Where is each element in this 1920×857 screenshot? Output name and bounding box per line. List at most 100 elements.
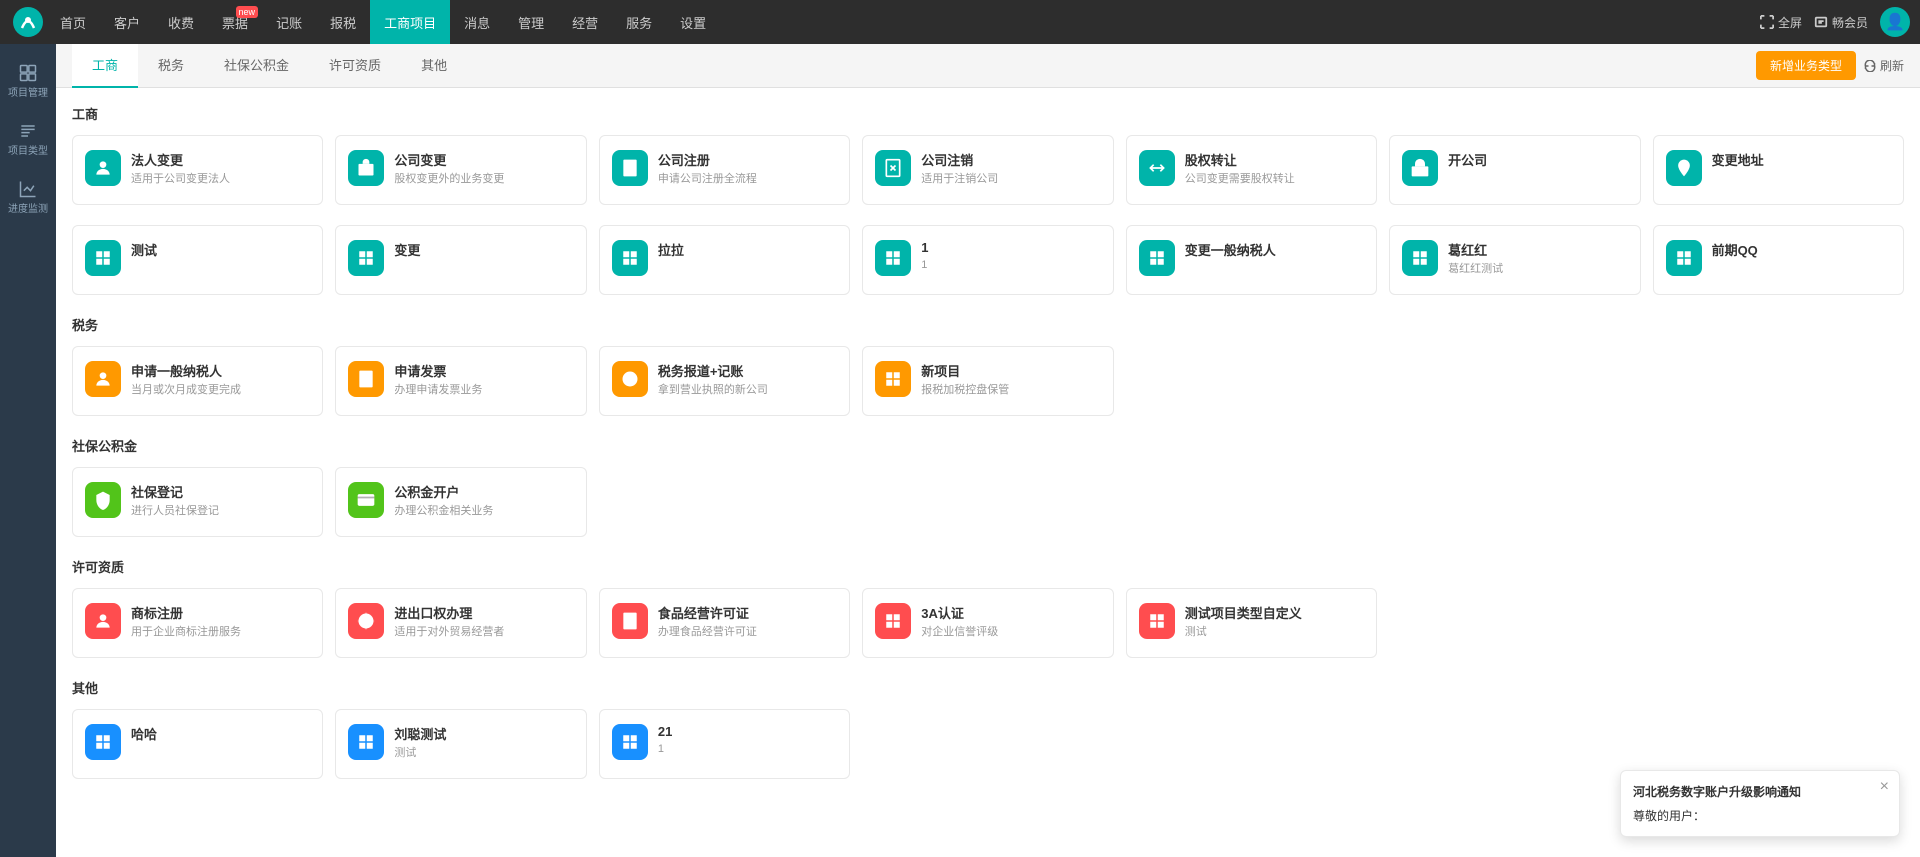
card-test-custom-type-name: 测试项目类型自定义 [1185, 603, 1364, 622]
project-mgmt-icon [17, 62, 39, 84]
nav-service[interactable]: 服务 [612, 0, 666, 44]
shebao-grid: 社保登记 进行人员社保登记 公积金开户 办理公积金相关业务 [72, 467, 1904, 537]
tab-shebao[interactable]: 社保公积金 [204, 44, 309, 88]
card-company-reg[interactable]: 公司注册 申请公司注册全流程 [599, 135, 850, 205]
sidebar-item-project-mgmt[interactable]: 项目管理 [0, 52, 56, 110]
tab-shuiwu[interactable]: 税务 [138, 44, 204, 88]
card-apply-general-tax[interactable]: 申请一般纳税人 当月或次月成变更完成 [72, 346, 323, 416]
nav-ticket[interactable]: 票据 new [208, 0, 262, 44]
card-legal-change[interactable]: 法人变更 适用于公司变更法人 [72, 135, 323, 205]
card-company-reg-icon [612, 150, 648, 186]
card-lala[interactable]: 拉拉 [599, 225, 850, 295]
nav-home[interactable]: 首页 [46, 0, 100, 44]
card-biangg[interactable]: 变更 [335, 225, 586, 295]
card-new-project[interactable]: 新项目 报税加税控盘保管 [862, 346, 1113, 416]
card-apply-general-tax-desc: 当月或次月成变更完成 [131, 383, 310, 398]
gongshang-grid-2: 测试 变更 拉拉 [72, 225, 1904, 295]
sidebar-project-type-label: 项目类型 [8, 146, 48, 158]
progress-icon [17, 178, 39, 200]
nav-settings[interactable]: 设置 [666, 0, 720, 44]
card-equity-transfer[interactable]: 股权转让 公司变更需要股权转让 [1126, 135, 1377, 205]
nav-business[interactable]: 工商项目 [370, 0, 450, 44]
card-company-change-name: 公司变更 [394, 150, 573, 169]
nav-bookkeeping[interactable]: 记账 [262, 0, 316, 44]
card-liucong-test[interactable]: 刘聪测试 测试 [335, 709, 586, 779]
card-3a-cert[interactable]: 3A认证 对企业信誉评级 [862, 588, 1113, 658]
card-change-general-name: 变更一般纳税人 [1185, 240, 1364, 259]
card-open-company-icon [1402, 150, 1438, 186]
card-food-license-name: 食品经营许可证 [658, 603, 837, 622]
card-company-cancel[interactable]: 公司注销 适用于注销公司 [862, 135, 1113, 205]
card-new-project-name: 新项目 [921, 361, 1100, 380]
card-test[interactable]: 测试 [72, 225, 323, 295]
card-one[interactable]: 1 1 [862, 225, 1113, 295]
card-haha[interactable]: 哈哈 [72, 709, 323, 779]
card-lala-name: 拉拉 [658, 240, 837, 259]
card-new-project-desc: 报税加税控盘保管 [921, 383, 1100, 398]
tab-xuke[interactable]: 许可资质 [309, 44, 401, 88]
card-test-custom-type[interactable]: 测试项目类型自定义 测试 [1126, 588, 1377, 658]
card-fund-account[interactable]: 公积金开户 办理公积金相关业务 [335, 467, 586, 537]
card-company-cancel-name: 公司注销 [921, 150, 1100, 169]
sidebar-item-progress[interactable]: 进度监测 [0, 168, 56, 226]
section-shuiwu-title: 税务 [72, 315, 1904, 334]
nav-billing[interactable]: 收费 [154, 0, 208, 44]
card-qiqi-name: 前期QQ [1712, 240, 1891, 259]
user-avatar[interactable]: 👤 [1880, 7, 1910, 37]
card-gehonghong-desc: 葛红红测试 [1448, 262, 1627, 277]
card-qiqi-icon [1666, 240, 1702, 276]
card-company-change[interactable]: 公司变更 股权变更外的业务变更 [335, 135, 586, 205]
logo[interactable] [10, 4, 46, 40]
nav-items: 首页 客户 收费 票据 new 记账 报税 工商项目 消息 管理 经营 服务 设… [46, 0, 1760, 44]
notification-close-button[interactable]: × [1880, 779, 1889, 795]
main-layout: 项目管理 项目类型 进度监测 工商 税务 社保公积金 [0, 44, 1920, 857]
card-food-license-icon [612, 603, 648, 639]
notification-popup: × 河北税务数字账户升级影响通知 尊敬的用户： [1620, 770, 1900, 837]
card-open-company-name: 开公司 [1448, 150, 1627, 169]
card-change-general[interactable]: 变更一般纳税人 [1126, 225, 1377, 295]
card-test-icon [85, 240, 121, 276]
refresh-button[interactable]: 刷新 [1864, 57, 1904, 74]
card-tax-report[interactable]: 税务报道+记账 拿到营业执照的新公司 [599, 346, 850, 416]
card-21-desc: 1 [658, 742, 837, 757]
sidebar-item-project-type[interactable]: 项目类型 [0, 110, 56, 168]
card-biangg-name: 变更 [394, 240, 573, 259]
card-food-license-desc: 办理食品经营许可证 [658, 625, 837, 640]
card-liucong-test-icon [348, 724, 384, 760]
card-company-cancel-desc: 适用于注销公司 [921, 172, 1100, 187]
nav-manage[interactable]: 管理 [504, 0, 558, 44]
card-test-custom-type-icon [1139, 603, 1175, 639]
card-qiqi[interactable]: 前期QQ [1653, 225, 1904, 295]
card-food-license[interactable]: 食品经营许可证 办理食品经营许可证 [599, 588, 850, 658]
nav-operation[interactable]: 经营 [558, 0, 612, 44]
card-apply-invoice[interactable]: 申请发票 办理申请发票业务 [335, 346, 586, 416]
project-type-icon [17, 120, 39, 142]
card-import-export[interactable]: 进出口权办理 适用于对外贸易经营者 [335, 588, 586, 658]
member-button[interactable]: 畅会员 [1814, 14, 1868, 31]
card-trademark[interactable]: 商标注册 用于企业商标注册服务 [72, 588, 323, 658]
card-apply-invoice-name: 申请发票 [394, 361, 573, 380]
card-open-company[interactable]: 开公司 [1389, 135, 1640, 205]
card-change-addr[interactable]: 变更地址 [1653, 135, 1904, 205]
card-social-insurance-icon [85, 482, 121, 518]
card-company-cancel-icon [875, 150, 911, 186]
nav-tax[interactable]: 报税 [316, 0, 370, 44]
card-21[interactable]: 21 1 [599, 709, 850, 779]
card-social-insurance[interactable]: 社保登记 进行人员社保登记 [72, 467, 323, 537]
card-social-insurance-desc: 进行人员社保登记 [131, 504, 310, 519]
card-change-general-icon [1139, 240, 1175, 276]
new-biz-type-button[interactable]: 新增业务类型 [1756, 51, 1856, 80]
nav-client[interactable]: 客户 [100, 0, 154, 44]
card-gehonghong[interactable]: 葛红红 葛红红测试 [1389, 225, 1640, 295]
notification-content: 尊敬的用户： [1633, 807, 1887, 824]
fullscreen-button[interactable]: 全屏 [1760, 14, 1802, 31]
tab-gongshang[interactable]: 工商 [72, 44, 138, 88]
tab-qita[interactable]: 其他 [401, 44, 467, 88]
card-social-insurance-name: 社保登记 [131, 482, 310, 501]
nav-message[interactable]: 消息 [450, 0, 504, 44]
card-gehonghong-name: 葛红红 [1448, 240, 1627, 259]
card-lala-icon [612, 240, 648, 276]
card-21-name: 21 [658, 724, 837, 739]
section-gongshang-title: 工商 [72, 104, 1904, 123]
card-apply-invoice-icon [348, 361, 384, 397]
